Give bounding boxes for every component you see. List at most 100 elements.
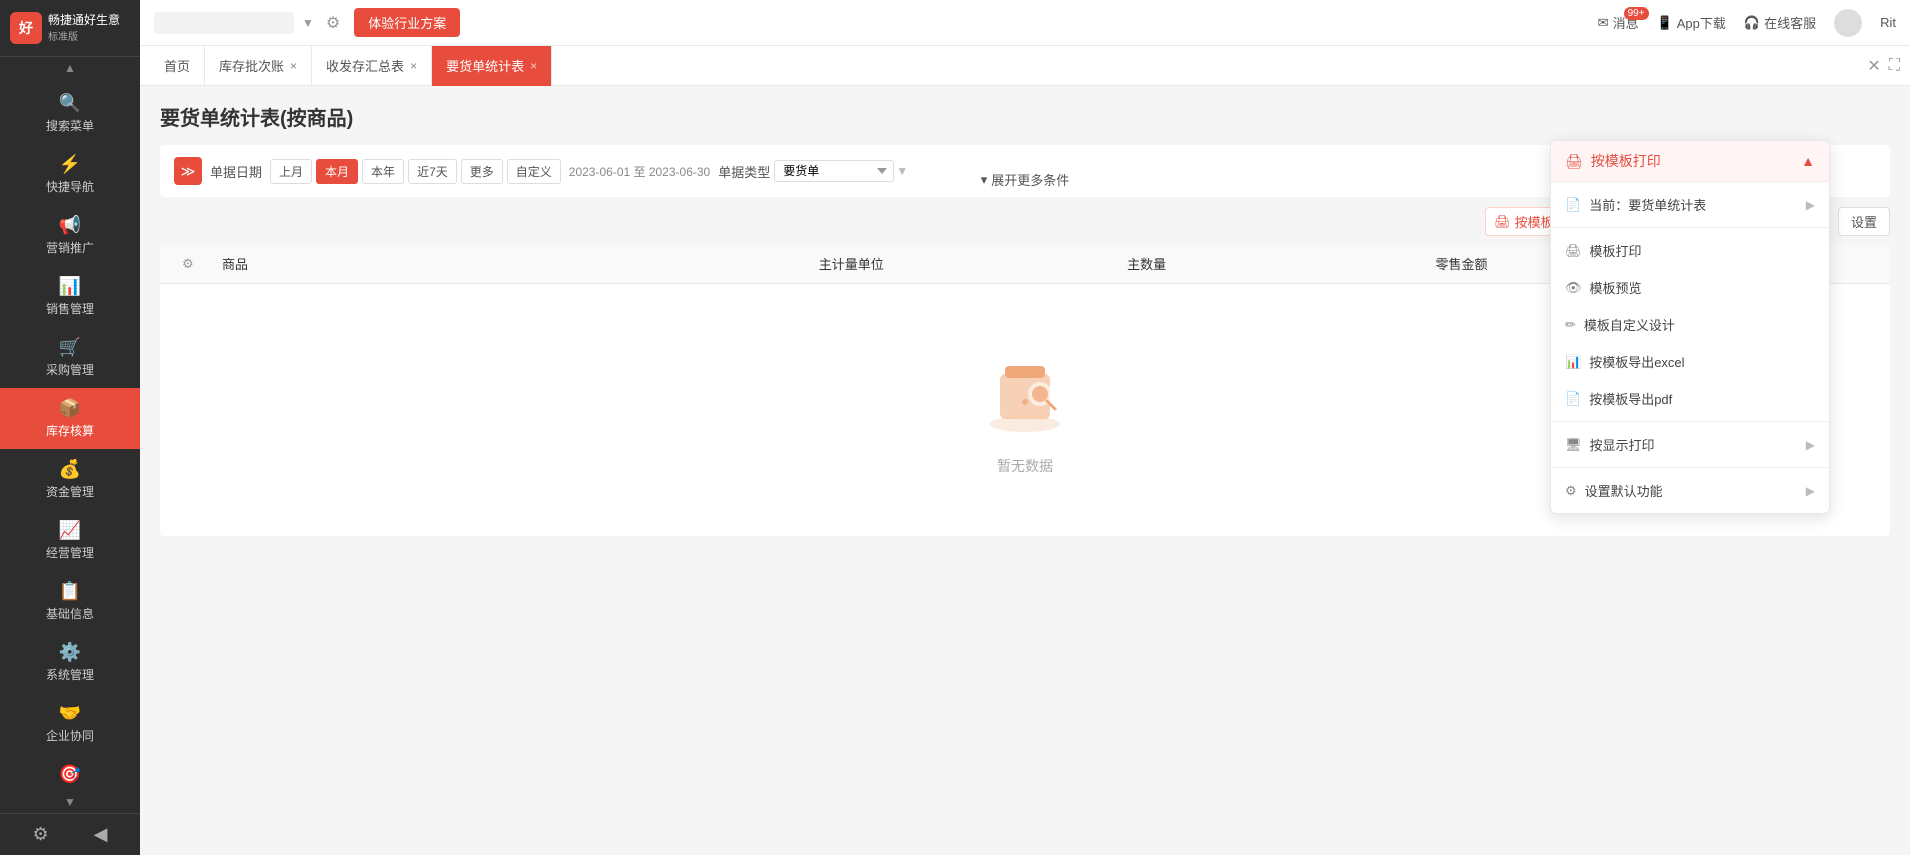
display-print-icon: 🖥 [1565, 437, 1582, 453]
default-fn-icon: ⚙ [1565, 483, 1577, 499]
operations-icon: 📈 [59, 520, 81, 541]
template-export-pdf-item[interactable]: 📄 按模板导出pdf [1551, 380, 1829, 417]
template-preview-icon: 👁 [1565, 280, 1582, 296]
sidebar-item-purchase[interactable]: 🛒 采购管理 [0, 327, 140, 388]
finance-icon: 💰 [59, 459, 81, 480]
tab-label: 首页 [164, 56, 190, 75]
close-all-tabs-icon[interactable]: ✕ [1867, 56, 1880, 76]
sidebar-item-sales[interactable]: 📊 销售管理 [0, 266, 140, 327]
current-template-item[interactable]: 📄 当前：要货单统计表 ▶ [1551, 186, 1829, 223]
sidebar-item-finance[interactable]: 💰 资金管理 [0, 449, 140, 510]
template-print-item[interactable]: 🖨 模板打印 [1551, 232, 1829, 269]
inventory-icon: 📦 [59, 398, 81, 419]
tab-close-icon[interactable]: × [410, 59, 417, 73]
table-settings-col[interactable]: ⚙ [172, 256, 212, 272]
template-pdf-label: 按模板导出pdf [1589, 389, 1672, 408]
settings-button[interactable]: 设置 [1838, 207, 1890, 236]
settings-bottom-icon[interactable]: ⚙ [33, 824, 49, 845]
chevron-right-icon: ▶ [1806, 438, 1815, 452]
app-version: 标准版 [48, 28, 120, 43]
sidebar-item-search[interactable]: 🔍 搜索菜单 [0, 83, 140, 144]
empty-text: 暂无数据 [997, 456, 1053, 476]
search-input[interactable] [154, 12, 294, 34]
printer-dropdown-icon: 🖨 [1565, 153, 1583, 170]
sidebar-item-collaboration[interactable]: 🤝 企业协同 [0, 693, 140, 754]
template-preview-label: 模板预览 [1590, 278, 1642, 297]
tab-close-icon[interactable]: × [530, 59, 537, 73]
tab-label: 库存批次账 [219, 56, 284, 75]
sidebar-item-basic-info[interactable]: 📋 基础信息 [0, 571, 140, 632]
sidebar-item-label: 快捷导航 [46, 178, 94, 195]
default-fn-item[interactable]: ⚙ 设置默认功能 ▶ [1551, 472, 1829, 509]
sidebar-item-marketing[interactable]: 📢 营销推广 [0, 205, 140, 266]
online-service-button[interactable]: 🎧 在线客服 [1744, 13, 1816, 32]
message-icon: ✉ [1598, 15, 1609, 31]
tab-label: 收发存汇总表 [326, 56, 404, 75]
sidebar-item-label: 资金管理 [46, 483, 94, 500]
current-template-label: 当前：要货单统计表 [1589, 195, 1706, 214]
app-name: 畅捷通好生意 [48, 13, 120, 29]
topbar-gear-icon[interactable]: ⚙ [326, 13, 340, 33]
guide-icon: 🎯 [59, 764, 81, 785]
sidebar-item-label: 采购管理 [46, 361, 94, 378]
sidebar-item-label: 库存核算 [46, 422, 94, 439]
sidebar-bottom: ⚙ ◀ [0, 813, 140, 855]
tab-order-stats[interactable]: 要货单统计表 × [432, 46, 552, 86]
logo-icon: 好 [10, 12, 42, 44]
tab-inventory-batch[interactable]: 库存批次账 × [205, 46, 312, 86]
sidebar-scroll-down[interactable]: ▼ [0, 791, 140, 813]
dropdown-current-section: 📄 当前：要货单统计表 ▶ [1551, 182, 1829, 228]
default-fn-label: 设置默认功能 [1585, 481, 1663, 500]
app-download-button[interactable]: 📱 App下载 [1657, 13, 1726, 32]
sidebar-item-inventory[interactable]: 📦 库存核算 [0, 388, 140, 449]
chevron-right-icon: ▶ [1806, 198, 1815, 212]
sidebar-item-operations[interactable]: 📈 经营管理 [0, 510, 140, 571]
expand-tab-icon[interactable]: ⛶ [1889, 57, 1900, 75]
current-template-icon: 📄 [1565, 197, 1581, 213]
template-preview-item[interactable]: 👁 模板预览 [1551, 269, 1829, 306]
tab-stock-summary[interactable]: 收发存汇总表 × [312, 46, 432, 86]
sidebar-scroll-up[interactable]: ▲ [0, 57, 140, 79]
marketing-icon: 📢 [59, 215, 81, 236]
user-avatar[interactable] [1834, 9, 1862, 37]
sidebar-nav: 🔍 搜索菜单 ⚡ 快捷导航 📢 营销推广 📊 销售管理 🛒 采购管理 📦 库存核… [0, 79, 140, 791]
tab-home[interactable]: 首页 [150, 46, 205, 86]
quicknav-icon: ⚡ [59, 154, 81, 175]
username-label: Rit [1880, 15, 1896, 30]
tab-label: 要货单统计表 [446, 56, 524, 75]
messages-button[interactable]: ✉ 消息 99+ [1598, 13, 1639, 32]
col-qty: 主数量 [1117, 254, 1425, 273]
sidebar: 好 畅捷通好生意 标准版 ▲ 🔍 搜索菜单 ⚡ 快捷导航 📢 营销推广 📊 销售… [0, 0, 140, 855]
collaboration-icon: 🤝 [59, 703, 81, 724]
sidebar-item-label: 销售管理 [46, 300, 94, 317]
sidebar-item-label: 经营管理 [46, 544, 94, 561]
print-dropdown: 🖨 按模板打印 ▲ 📄 当前：要货单统计表 ▶ 🖨 模板打印 👁 模板预览 ✏ … [1550, 140, 1830, 514]
display-print-item[interactable]: 🖥 按显示打印 ▶ [1551, 426, 1829, 463]
template-export-excel-item[interactable]: 📊 按模板导出excel [1551, 343, 1829, 380]
download-icon: 📱 [1657, 15, 1673, 31]
sidebar-item-quicknav[interactable]: ⚡ 快捷导航 [0, 144, 140, 205]
template-print-label: 模板打印 [1590, 241, 1642, 260]
sidebar-item-guide[interactable]: 🎯 新手引导 [0, 754, 140, 791]
sidebar-item-label: 搜索菜单 [46, 117, 94, 134]
display-print-label: 按显示打印 [1590, 435, 1655, 454]
empty-illustration [975, 344, 1075, 444]
industry-solution-button[interactable]: 体验行业方案 [354, 8, 460, 37]
dropdown-header[interactable]: 🖨 按模板打印 ▲ [1551, 141, 1829, 182]
dropdown-collapse-icon[interactable]: ▲ [1801, 153, 1815, 169]
template-print-icon: 🖨 [1565, 243, 1582, 259]
search-nav-icon: 🔍 [59, 93, 81, 114]
col-product: 商品 [212, 254, 809, 273]
page-title: 要货单统计表(按商品) [160, 102, 1890, 131]
dropdown-header-left: 🖨 按模板打印 [1565, 151, 1661, 171]
online-service-label: 在线客服 [1764, 13, 1816, 32]
template-design-item[interactable]: ✏ 模板自定义设计 [1551, 306, 1829, 343]
collapse-sidebar-icon[interactable]: ◀ [94, 824, 108, 845]
tab-close-icon[interactable]: × [290, 59, 297, 73]
expand-more-button[interactable]: ▾ 展开更多条件 [967, 166, 1084, 193]
sidebar-item-system[interactable]: ⚙️ 系统管理 [0, 632, 140, 693]
topbar-dropdown-arrow[interactable]: ▼ [302, 16, 314, 30]
expand-more-label: 展开更多条件 [991, 170, 1069, 189]
sales-icon: 📊 [59, 276, 81, 297]
template-design-icon: ✏ [1565, 317, 1576, 333]
